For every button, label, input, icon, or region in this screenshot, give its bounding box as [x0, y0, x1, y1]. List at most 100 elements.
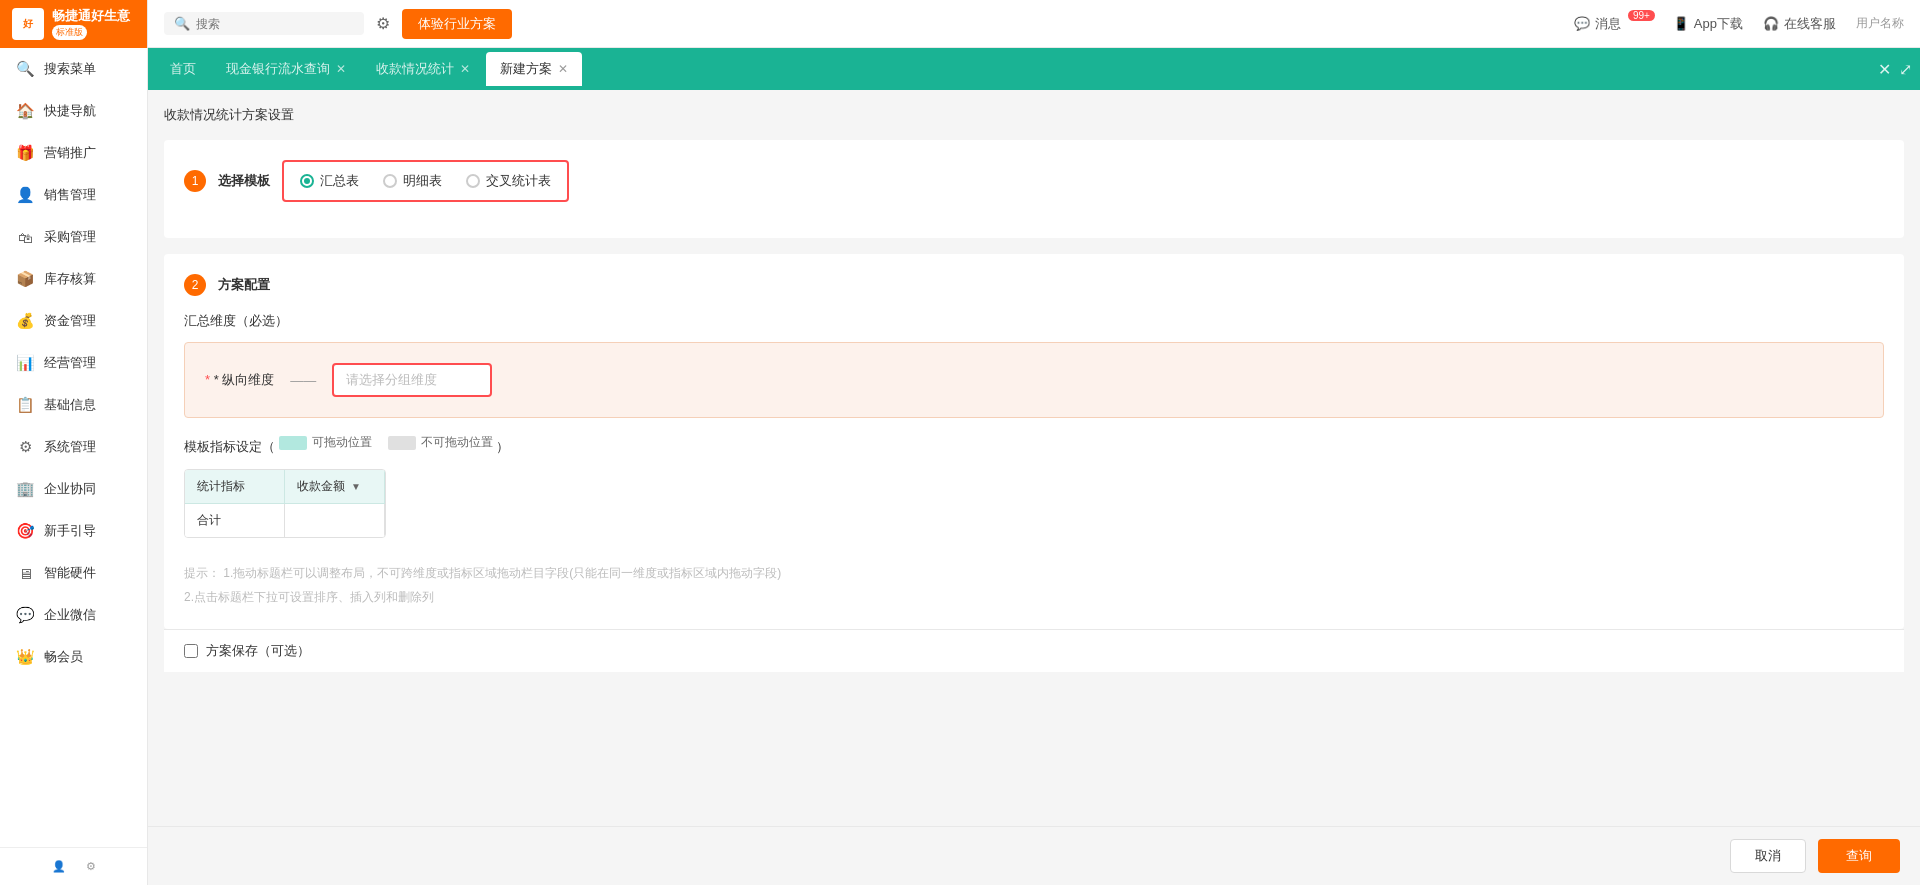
sidebar-item-label: 新手引导 [44, 522, 96, 540]
bottom-bar: 取消 查询 [148, 826, 1920, 885]
sidebar-item-finance[interactable]: 💰 资金管理 [0, 300, 147, 342]
tab-receipt[interactable]: 收款情况统计 ✕ [362, 52, 484, 86]
tab-home-label: 首页 [170, 60, 196, 78]
stat-label-cell: 统计指标 [185, 470, 285, 504]
operations-icon: 📊 [16, 354, 34, 372]
sidebar-item-wechat[interactable]: 💬 企业微信 [0, 594, 147, 636]
main-area: 🔍 ⚙ 体验行业方案 💬 消息 99+ 📱 App下载 🎧 在线客服 用户名称 … [148, 0, 1920, 885]
option-cross[interactable]: 交叉统计表 [466, 172, 551, 190]
close-window-icon[interactable]: ✕ [1878, 60, 1891, 79]
sidebar-item-label: 畅会员 [44, 648, 83, 666]
sidebar-item-label: 企业微信 [44, 606, 96, 624]
drag-box [279, 436, 307, 450]
sidebar-bottom-user[interactable]: 👤 [52, 860, 66, 873]
sidebar-item-hardware[interactable]: 🖥 智能硬件 [0, 552, 147, 594]
tab-new-plan[interactable]: 新建方案 ✕ [486, 52, 582, 86]
radio-cross[interactable] [466, 174, 480, 188]
industry-btn[interactable]: 体验行业方案 [402, 9, 512, 39]
service-label: 在线客服 [1784, 15, 1836, 33]
tab-home[interactable]: 首页 [156, 52, 210, 86]
maximize-icon[interactable]: ⤢ [1899, 60, 1912, 79]
sidebar-item-label: 销售管理 [44, 186, 96, 204]
tabs-right: ✕ ⤢ [1878, 60, 1912, 79]
radio-detail[interactable] [383, 174, 397, 188]
message-icon: 💬 [1574, 16, 1590, 31]
table-header-row: 统计指标 收款金额 ▼ [185, 470, 385, 504]
notification-label: 消息 [1595, 15, 1621, 33]
notification-item[interactable]: 💬 消息 99+ [1574, 15, 1653, 33]
purchase-icon: 🛍 [16, 228, 34, 246]
cancel-button[interactable]: 取消 [1730, 839, 1806, 873]
dimension-row: * * 纵向维度 —— 请选择分组维度 [205, 363, 1863, 397]
logo-icon: 好 [12, 8, 44, 40]
dimension-title: 汇总维度（必选） [184, 312, 1884, 330]
logo-badge: 标准版 [52, 25, 87, 40]
sidebar-item-member[interactable]: 👑 畅会员 [0, 636, 147, 678]
sidebar-item-purchase[interactable]: 🛍 采购管理 [0, 216, 147, 258]
table-preview: 统计指标 收款金额 ▼ 合计 [184, 469, 386, 538]
save-label: 方案保存（可选） [206, 642, 310, 660]
query-button[interactable]: 查询 [1818, 839, 1900, 873]
sidebar-item-basic[interactable]: 📋 基础信息 [0, 384, 147, 426]
logo-text: 畅捷通好生意 [52, 8, 130, 24]
topbar: 🔍 ⚙ 体验行业方案 💬 消息 99+ 📱 App下载 🎧 在线客服 用户名称 [148, 0, 1920, 48]
option-detail[interactable]: 明细表 [383, 172, 442, 190]
option-detail-label: 明细表 [403, 172, 442, 190]
amount-header-cell[interactable]: 收款金额 ▼ [285, 470, 385, 504]
sidebar-item-label: 系统管理 [44, 438, 96, 456]
download-label: App下载 [1694, 15, 1743, 33]
search-input[interactable] [196, 17, 336, 31]
guide-icon: 🎯 [16, 522, 34, 540]
sidebar-item-label: 营销推广 [44, 144, 96, 162]
sidebar-item-operations[interactable]: 📊 经营管理 [0, 342, 147, 384]
metrics-legend: 可拖动位置 不可拖动位置 [279, 434, 493, 451]
service-item[interactable]: 🎧 在线客服 [1763, 15, 1836, 33]
tab-bank[interactable]: 现金银行流水查询 ✕ [212, 52, 360, 86]
sidebar-item-marketing[interactable]: 🎁 营销推广 [0, 132, 147, 174]
system-icon: ⚙ [16, 438, 34, 456]
total-value-cell [285, 504, 385, 537]
sidebar-item-quick-nav[interactable]: 🏠 快捷导航 [0, 90, 147, 132]
save-checkbox[interactable] [184, 644, 198, 658]
tab-bank-close[interactable]: ✕ [336, 62, 346, 76]
hint-2: 2.点击标题栏下拉可设置排序、插入列和删除列 [184, 585, 1884, 609]
step2-row: 2 方案配置 [184, 274, 1884, 296]
dimension-selector[interactable]: 请选择分组维度 [332, 363, 492, 397]
required-star: * [205, 372, 210, 387]
radio-summary[interactable] [300, 174, 314, 188]
page-content: 收款情况统计方案设置 1 选择模板 汇总表 明细表 交 [148, 90, 1920, 826]
download-item[interactable]: 📱 App下载 [1673, 15, 1743, 33]
nodrag-box [388, 436, 416, 450]
step1-row: 1 选择模板 汇总表 明细表 交叉统计表 [184, 160, 1884, 202]
topbar-search-box[interactable]: 🔍 [164, 12, 364, 35]
sidebar-menu: 🔍 搜索菜单 🏠 快捷导航 🎁 营销推广 👤 销售管理 🛍 采购管理 📦 库存核… [0, 48, 147, 847]
total-label-cell: 合计 [185, 504, 285, 537]
sales-icon: 👤 [16, 186, 34, 204]
table-data-row: 合计 [185, 504, 385, 537]
sidebar-item-label: 库存核算 [44, 270, 96, 288]
sidebar-item-guide[interactable]: 🎯 新手引导 [0, 510, 147, 552]
download-icon: 📱 [1673, 16, 1689, 31]
option-summary[interactable]: 汇总表 [300, 172, 359, 190]
tab-bank-label: 现金银行流水查询 [226, 60, 330, 78]
notification-badge: 99+ [1628, 10, 1655, 21]
step2-label: 方案配置 [218, 276, 270, 294]
sidebar-bottom-settings[interactable]: ⚙ [86, 860, 96, 873]
sidebar-item-search-menu[interactable]: 🔍 搜索菜单 [0, 48, 147, 90]
sidebar-item-sales[interactable]: 👤 销售管理 [0, 174, 147, 216]
legend-drag: 可拖动位置 [279, 434, 372, 451]
username: 用户名称 [1856, 15, 1904, 32]
legend-nodrag: 不可拖动位置 [388, 434, 493, 451]
hint-1: 提示： 1.拖动标题栏可以调整布局，不可跨维度或指标区域拖动栏目字段(只能在同一… [184, 561, 1884, 585]
sidebar-item-enterprise[interactable]: 🏢 企业协同 [0, 468, 147, 510]
tab-new-plan-close[interactable]: ✕ [558, 62, 568, 76]
gear-icon[interactable]: ⚙ [376, 14, 390, 33]
save-row: 方案保存（可选） [164, 629, 1904, 672]
step1-label: 选择模板 [218, 172, 270, 190]
vertical-dim-label: * * 纵向维度 [205, 371, 274, 389]
tab-receipt-label: 收款情况统计 [376, 60, 454, 78]
sidebar-item-inventory[interactable]: 📦 库存核算 [0, 258, 147, 300]
tab-receipt-close[interactable]: ✕ [460, 62, 470, 76]
metrics-title: 模板指标设定（ 可拖动位置 不可拖动位置 ） [184, 434, 1884, 461]
sidebar-item-system[interactable]: ⚙ 系统管理 [0, 426, 147, 468]
